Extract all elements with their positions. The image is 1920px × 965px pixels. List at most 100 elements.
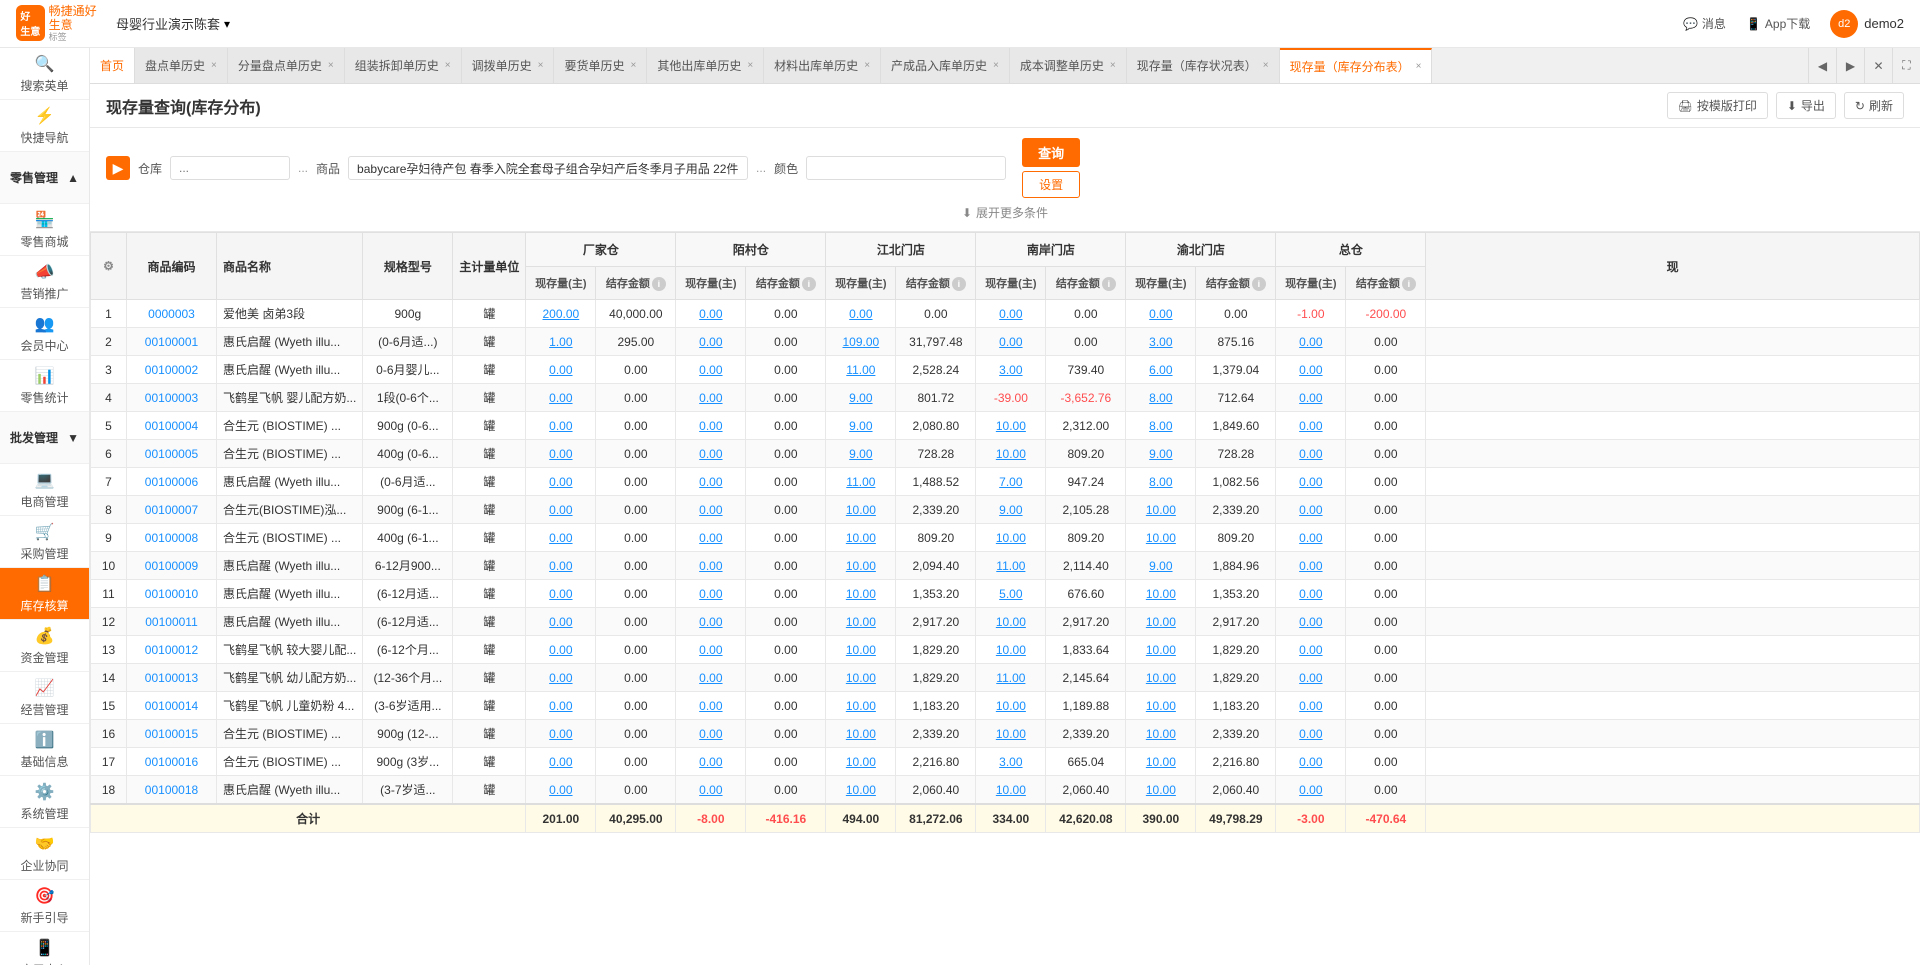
tab-other-out[interactable]: 其他出库单历史 × [647, 48, 764, 84]
tab-prev[interactable]: ◀ [1808, 48, 1836, 84]
cell-yb-qty[interactable]: 10.00 [1126, 748, 1196, 776]
cell-cf-qty[interactable]: 0.00 [526, 552, 596, 580]
cell-mc-qty[interactable]: 0.00 [676, 636, 746, 664]
cell-jb-qty[interactable]: 10.00 [826, 496, 896, 524]
cell-jb-qty[interactable]: 10.00 [826, 776, 896, 805]
sidebar-item-app-center[interactable]: 📱 应用中心 [0, 932, 89, 965]
export-button[interactable]: ⬇ 导出 [1776, 92, 1836, 119]
cell-cf-qty[interactable]: 0.00 [526, 356, 596, 384]
cell-cf-qty[interactable]: 0.00 [526, 692, 596, 720]
cell-cf-qty[interactable]: 0.00 [526, 580, 596, 608]
search-button[interactable]: 查询 [1022, 138, 1080, 167]
user-menu[interactable]: d2 demo2 [1830, 10, 1904, 38]
cell-yb-qty[interactable]: 10.00 [1126, 580, 1196, 608]
cell-nb-qty[interactable]: 5.00 [976, 580, 1046, 608]
cell-yb-qty[interactable]: 8.00 [1126, 412, 1196, 440]
th-gear[interactable]: ⚙ [91, 233, 127, 300]
sidebar-item-marketing[interactable]: 📣 营销推广 [0, 256, 89, 308]
cell-mc-qty[interactable]: 0.00 [676, 468, 746, 496]
sidebar-item-retail-stats[interactable]: 📊 零售统计 [0, 360, 89, 412]
cell-total-qty[interactable]: 0.00 [1276, 468, 1346, 496]
cell-mc-qty[interactable]: 0.00 [676, 524, 746, 552]
cell-jb-qty[interactable]: 10.00 [826, 552, 896, 580]
cell-cf-qty[interactable]: 1.00 [526, 328, 596, 356]
sidebar-item-member[interactable]: 👥 会员中心 [0, 308, 89, 360]
cell-jb-qty[interactable]: 11.00 [826, 468, 896, 496]
cell-cf-qty[interactable]: 0.00 [526, 748, 596, 776]
tab-transfer[interactable]: 调拨单历史 × [462, 48, 555, 84]
cell-nb-qty[interactable]: -39.00 [976, 384, 1046, 412]
cell-cf-qty[interactable]: 0.00 [526, 384, 596, 412]
cell-total-qty[interactable]: 0.00 [1276, 608, 1346, 636]
cell-nb-qty[interactable]: 10.00 [976, 720, 1046, 748]
cell-mc-qty[interactable]: 0.00 [676, 608, 746, 636]
cell-total-qty[interactable]: 0.00 [1276, 720, 1346, 748]
cell-nb-qty[interactable]: 11.00 [976, 552, 1046, 580]
yb-amt-info-icon[interactable]: i [1252, 277, 1266, 291]
cell-yb-qty[interactable]: 10.00 [1126, 636, 1196, 664]
cell-cf-qty[interactable]: 200.00 [526, 300, 596, 328]
sidebar-item-shop[interactable]: 🏪 零售商城 [0, 204, 89, 256]
sidebar-item-basic-info[interactable]: ℹ️ 基础信息 [0, 724, 89, 776]
warehouse-input[interactable] [170, 156, 290, 180]
cf-amt-info-icon[interactable]: i [652, 277, 666, 291]
expand-more[interactable]: ⬇ 展开更多条件 [106, 204, 1904, 221]
cell-nb-qty[interactable]: 11.00 [976, 664, 1046, 692]
cell-yb-qty[interactable]: 10.00 [1126, 664, 1196, 692]
color-input[interactable] [806, 156, 1006, 180]
tab-product-in[interactable]: 产成品入库单历史 × [881, 48, 1010, 84]
cell-jb-qty[interactable]: 10.00 [826, 580, 896, 608]
cell-nb-qty[interactable]: 0.00 [976, 300, 1046, 328]
cell-cf-qty[interactable]: 0.00 [526, 496, 596, 524]
cell-total-qty[interactable]: 0.00 [1276, 636, 1346, 664]
cell-yb-qty[interactable]: 8.00 [1126, 384, 1196, 412]
cell-total-qty[interactable]: 0.00 [1276, 552, 1346, 580]
app-download-button[interactable]: 📱 App下载 [1746, 15, 1810, 32]
cell-jb-qty[interactable]: 9.00 [826, 440, 896, 468]
cell-nb-qty[interactable]: 10.00 [976, 412, 1046, 440]
tab-assembly[interactable]: 组装拆卸单历史 × [345, 48, 462, 84]
cell-mc-qty[interactable]: 0.00 [676, 748, 746, 776]
cell-mc-qty[interactable]: 0.00 [676, 776, 746, 805]
tab-material-out[interactable]: 材料出库单历史 × [764, 48, 881, 84]
filter-toggle[interactable]: ▶ [106, 156, 130, 180]
tab-inventory-check[interactable]: 盘点单历史 × [135, 48, 228, 84]
cell-total-qty[interactable]: 0.00 [1276, 412, 1346, 440]
cell-nb-qty[interactable]: 10.00 [976, 440, 1046, 468]
sidebar-item-shortcut[interactable]: ⚡ 快捷导航 [0, 100, 89, 152]
cell-jb-qty[interactable]: 10.00 [826, 692, 896, 720]
cell-yb-qty[interactable]: 3.00 [1126, 328, 1196, 356]
cell-mc-qty[interactable]: 0.00 [676, 356, 746, 384]
cell-nb-qty[interactable]: 10.00 [976, 692, 1046, 720]
cell-total-qty[interactable]: 0.00 [1276, 692, 1346, 720]
sidebar-item-finance[interactable]: 💰 资金管理 [0, 620, 89, 672]
cell-jb-qty[interactable]: 10.00 [826, 664, 896, 692]
cell-yb-qty[interactable]: 9.00 [1126, 440, 1196, 468]
product-input[interactable] [348, 156, 748, 180]
cell-mc-qty[interactable]: 0.00 [676, 664, 746, 692]
cell-total-qty[interactable]: 0.00 [1276, 580, 1346, 608]
tab-demand[interactable]: 要货单历史 × [554, 48, 647, 84]
cell-yb-qty[interactable]: 10.00 [1126, 608, 1196, 636]
tab-inventory-status[interactable]: 现存量（库存状况表） × [1127, 48, 1280, 84]
refresh-button[interactable]: ↻ 刷新 [1844, 92, 1904, 119]
cell-jb-qty[interactable]: 10.00 [826, 720, 896, 748]
cell-nb-qty[interactable]: 7.00 [976, 468, 1046, 496]
jb-amt-info-icon[interactable]: i [952, 277, 966, 291]
cell-nb-qty[interactable]: 10.00 [976, 608, 1046, 636]
cell-nb-qty[interactable]: 10.00 [976, 636, 1046, 664]
cell-cf-qty[interactable]: 0.00 [526, 412, 596, 440]
cell-mc-qty[interactable]: 0.00 [676, 300, 746, 328]
cell-yb-qty[interactable]: 6.00 [1126, 356, 1196, 384]
cell-mc-qty[interactable]: 0.00 [676, 412, 746, 440]
cell-yb-qty[interactable]: 10.00 [1126, 496, 1196, 524]
cell-total-qty[interactable]: 0.00 [1276, 748, 1346, 776]
cell-yb-qty[interactable]: 10.00 [1126, 776, 1196, 805]
settings-button[interactable]: 设置 [1022, 171, 1080, 198]
tab-partial-check[interactable]: 分量盘点单历史 × [228, 48, 345, 84]
tab-close-all[interactable]: ✕ [1864, 48, 1892, 84]
sidebar-item-purchase[interactable]: 🛒 采购管理 [0, 516, 89, 568]
cell-cf-qty[interactable]: 0.00 [526, 468, 596, 496]
tab-next[interactable]: ▶ [1836, 48, 1864, 84]
mc-amt-info-icon[interactable]: i [802, 277, 816, 291]
